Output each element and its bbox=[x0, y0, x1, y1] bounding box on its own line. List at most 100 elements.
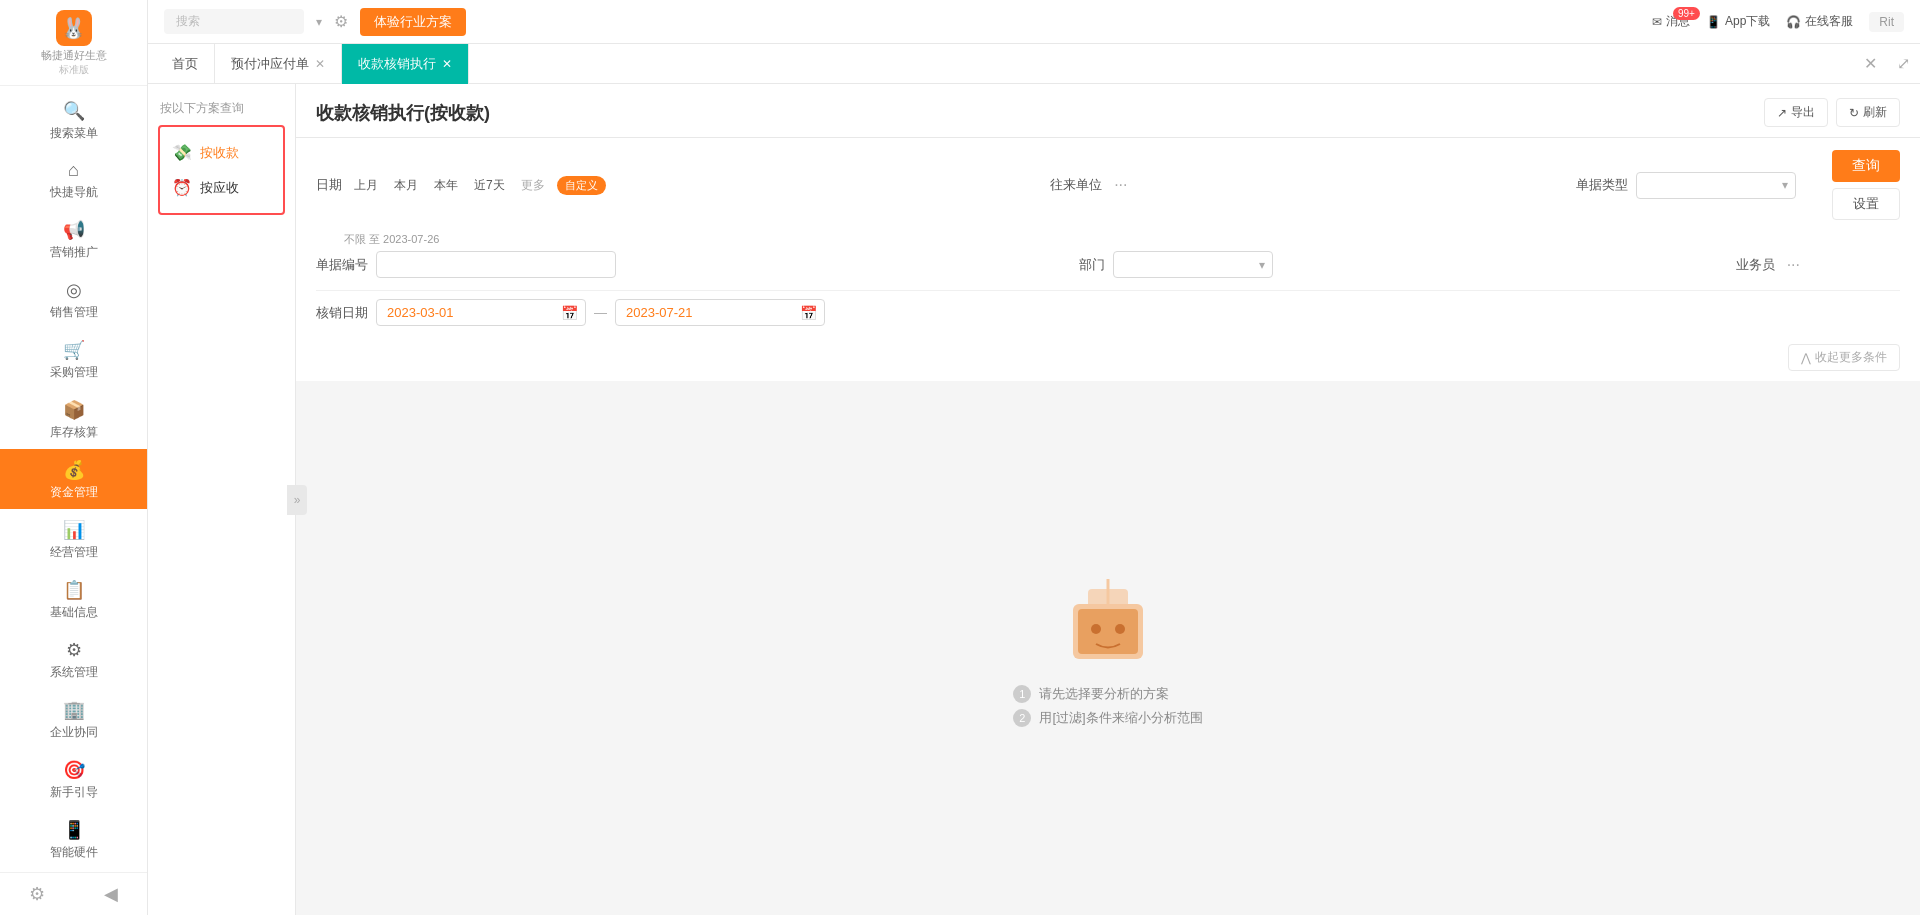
calendar-start-icon[interactable]: 📅 bbox=[561, 305, 578, 321]
partner-dots-btn[interactable]: ··· bbox=[1110, 176, 1131, 194]
date-more-btn[interactable]: 更多 bbox=[517, 175, 549, 196]
empty-svg bbox=[1058, 569, 1158, 669]
page-header: 收款核销执行(按收款) ↗ 导出 ↻ 刷新 bbox=[296, 84, 1920, 138]
sidebar-item-label: 基础信息 bbox=[50, 604, 98, 621]
app-label: App下载 bbox=[1725, 13, 1770, 30]
sidebar-item-system[interactable]: ⚙ 系统管理 bbox=[0, 629, 147, 689]
sidebar-item-enterprise[interactable]: 🏢 企业协同 bbox=[0, 689, 147, 749]
date-this-year-btn[interactable]: 本年 bbox=[430, 175, 462, 196]
export-button[interactable]: ↗ 导出 bbox=[1764, 98, 1828, 127]
verify-date-field: 核销日期 📅 — 📅 bbox=[316, 299, 825, 326]
form-row-docno: 单据编号 部门 业务员 bbox=[316, 251, 1900, 278]
sidebar-item-purchase[interactable]: 🛒 采购管理 bbox=[0, 329, 147, 389]
tab-receipt-verify[interactable]: 收款核销执行 ✕ bbox=[342, 44, 469, 84]
sidebar-item-search-menu[interactable]: 🔍 搜索菜单 bbox=[0, 90, 147, 150]
date-field: 日期 上月 本月 本年 近7天 更多 自定义 bbox=[316, 175, 606, 196]
by-receipt-icon: 💸 bbox=[172, 143, 192, 162]
sidebar-item-finance[interactable]: 💰 资金管理 bbox=[0, 449, 147, 509]
query-btn-group: 查询 设置 bbox=[1832, 150, 1900, 220]
sidebar-item-label: 销售管理 bbox=[50, 304, 98, 321]
date-last-month-btn[interactable]: 上月 bbox=[350, 175, 382, 196]
message-button[interactable]: ✉ 消息 99+ bbox=[1652, 13, 1690, 30]
filter-panel-collapse-btn[interactable]: » bbox=[287, 485, 307, 515]
solution-button[interactable]: 体验行业方案 bbox=[360, 8, 466, 36]
tab-home[interactable]: 首页 bbox=[156, 44, 215, 84]
doc-type-label: 单据类型 bbox=[1576, 176, 1628, 194]
setting-button[interactable]: 设置 bbox=[1832, 188, 1900, 220]
tab-prepay[interactable]: 预付冲应付单 ✕ bbox=[215, 44, 342, 84]
sidebar-collapse-btn[interactable]: ◀ bbox=[104, 883, 118, 905]
sidebar-item-hardware[interactable]: 📱 智能硬件 bbox=[0, 809, 147, 869]
message-badge: 99+ bbox=[1673, 7, 1700, 20]
query-button[interactable]: 查询 bbox=[1832, 150, 1900, 182]
doc-type-field: 单据类型 bbox=[1576, 172, 1796, 199]
empty-illustration bbox=[1058, 569, 1158, 669]
topbar-dropdown-arrow[interactable]: ▾ bbox=[316, 15, 322, 29]
sidebar-item-sales[interactable]: ◎ 销售管理 bbox=[0, 269, 147, 329]
sidebar-item-inventory[interactable]: 📦 库存核算 bbox=[0, 389, 147, 449]
filter-item-by-receipt[interactable]: 💸 按收款 bbox=[160, 135, 283, 170]
date-shortcuts: 上月 本月 本年 近7天 更多 自定义 bbox=[350, 175, 606, 196]
system-icon: ⚙ bbox=[66, 639, 82, 661]
collapse-button[interactable]: ⋀ 收起更多条件 bbox=[1788, 344, 1900, 371]
calendar-end-icon[interactable]: 📅 bbox=[800, 305, 817, 321]
tabbar-expand-icon[interactable]: ⤢ bbox=[1887, 54, 1920, 73]
sidebar-settings-btn[interactable]: ⚙ bbox=[29, 883, 45, 905]
filter-panel-box: 💸 按收款 ⏰ 按应收 bbox=[158, 125, 285, 215]
sidebar: 🐰 畅捷通好生意 标准版 🔍 搜索菜单 ⌂ 快捷导航 📢 营销推广 ◎ 销售管理… bbox=[0, 0, 148, 915]
tab-prepay-close-icon[interactable]: ✕ bbox=[315, 57, 325, 71]
topbar-gear-icon[interactable]: ⚙ bbox=[334, 12, 348, 31]
logo-icon: 🐰 bbox=[56, 10, 92, 46]
partner-field: 往来单位 ··· bbox=[1050, 176, 1131, 194]
date-range-row: 📅 — 📅 bbox=[376, 299, 825, 326]
hint-num-2: 2 bbox=[1013, 709, 1031, 727]
sidebar-item-label: 智能硬件 bbox=[50, 844, 98, 861]
date-last7days-btn[interactable]: 近7天 bbox=[470, 175, 509, 196]
filter-item-by-receivable[interactable]: ⏰ 按应收 bbox=[160, 170, 283, 205]
marketing-icon: 📢 bbox=[63, 219, 85, 241]
empty-hint-1: 1 请先选择要分析的方案 bbox=[1013, 685, 1202, 703]
quick-nav-icon: ⌂ bbox=[68, 160, 79, 181]
sidebar-item-basic[interactable]: 📋 基础信息 bbox=[0, 569, 147, 629]
app-icon: 📱 bbox=[1706, 15, 1721, 29]
svg-point-3 bbox=[1115, 624, 1125, 634]
sidebar-item-quick-nav[interactable]: ⌂ 快捷导航 bbox=[0, 150, 147, 209]
search-placeholder-text: 搜索 bbox=[176, 14, 200, 28]
collapse-bar: ⋀ 收起更多条件 bbox=[316, 338, 1900, 381]
verify-date-end-input[interactable] bbox=[615, 299, 825, 326]
svg-point-2 bbox=[1091, 624, 1101, 634]
filter-panel: 按以下方案查询 💸 按收款 ⏰ 按应收 » bbox=[148, 84, 296, 915]
tabbar-close-all-icon[interactable]: ✕ bbox=[1854, 54, 1887, 73]
online-service-button[interactable]: 🎧 在线客服 bbox=[1786, 13, 1853, 30]
staff-dots-btn[interactable]: ··· bbox=[1783, 256, 1804, 274]
sidebar-item-label: 资金管理 bbox=[50, 484, 98, 501]
empty-state: 1 请先选择要分析的方案 2 用[过滤]条件来缩小分析范围 bbox=[296, 381, 1920, 915]
date-custom-btn[interactable]: 自定义 bbox=[557, 176, 606, 195]
partner-label: 往来单位 bbox=[1050, 176, 1102, 194]
date-this-month-btn[interactable]: 本月 bbox=[390, 175, 422, 196]
hardware-icon: 📱 bbox=[63, 819, 85, 841]
doc-type-select-wrapper bbox=[1636, 172, 1796, 199]
service-icon: 🎧 bbox=[1786, 15, 1801, 29]
app-download-button[interactable]: 📱 App下载 bbox=[1706, 13, 1770, 30]
collapse-icon: ⋀ bbox=[1801, 351, 1811, 365]
sidebar-item-operation[interactable]: 📊 经营管理 bbox=[0, 509, 147, 569]
sidebar-item-label: 快捷导航 bbox=[50, 184, 98, 201]
user-profile[interactable]: Rit bbox=[1869, 12, 1904, 32]
sidebar-item-marketing[interactable]: 📢 营销推广 bbox=[0, 209, 147, 269]
tab-prepay-label: 预付冲应付单 bbox=[231, 55, 309, 73]
sidebar-item-label: 采购管理 bbox=[50, 364, 98, 381]
finance-icon: 💰 bbox=[63, 459, 85, 481]
date-label: 日期 bbox=[316, 176, 342, 194]
topbar-right: ✉ 消息 99+ 📱 App下载 🎧 在线客服 Rit bbox=[1652, 12, 1904, 32]
tab-receipt-verify-close-icon[interactable]: ✕ bbox=[442, 57, 452, 71]
dept-select[interactable] bbox=[1113, 251, 1273, 278]
guide-icon: 🎯 bbox=[63, 759, 85, 781]
refresh-button[interactable]: ↻ 刷新 bbox=[1836, 98, 1900, 127]
tab-home-label: 首页 bbox=[172, 55, 198, 73]
verify-date-start-input[interactable] bbox=[376, 299, 586, 326]
doc-type-select[interactable] bbox=[1636, 172, 1796, 199]
sidebar-item-guide[interactable]: 🎯 新手引导 bbox=[0, 749, 147, 809]
tabbar-end: ✕ ⤢ bbox=[1854, 54, 1920, 73]
doc-no-input[interactable] bbox=[376, 251, 616, 278]
